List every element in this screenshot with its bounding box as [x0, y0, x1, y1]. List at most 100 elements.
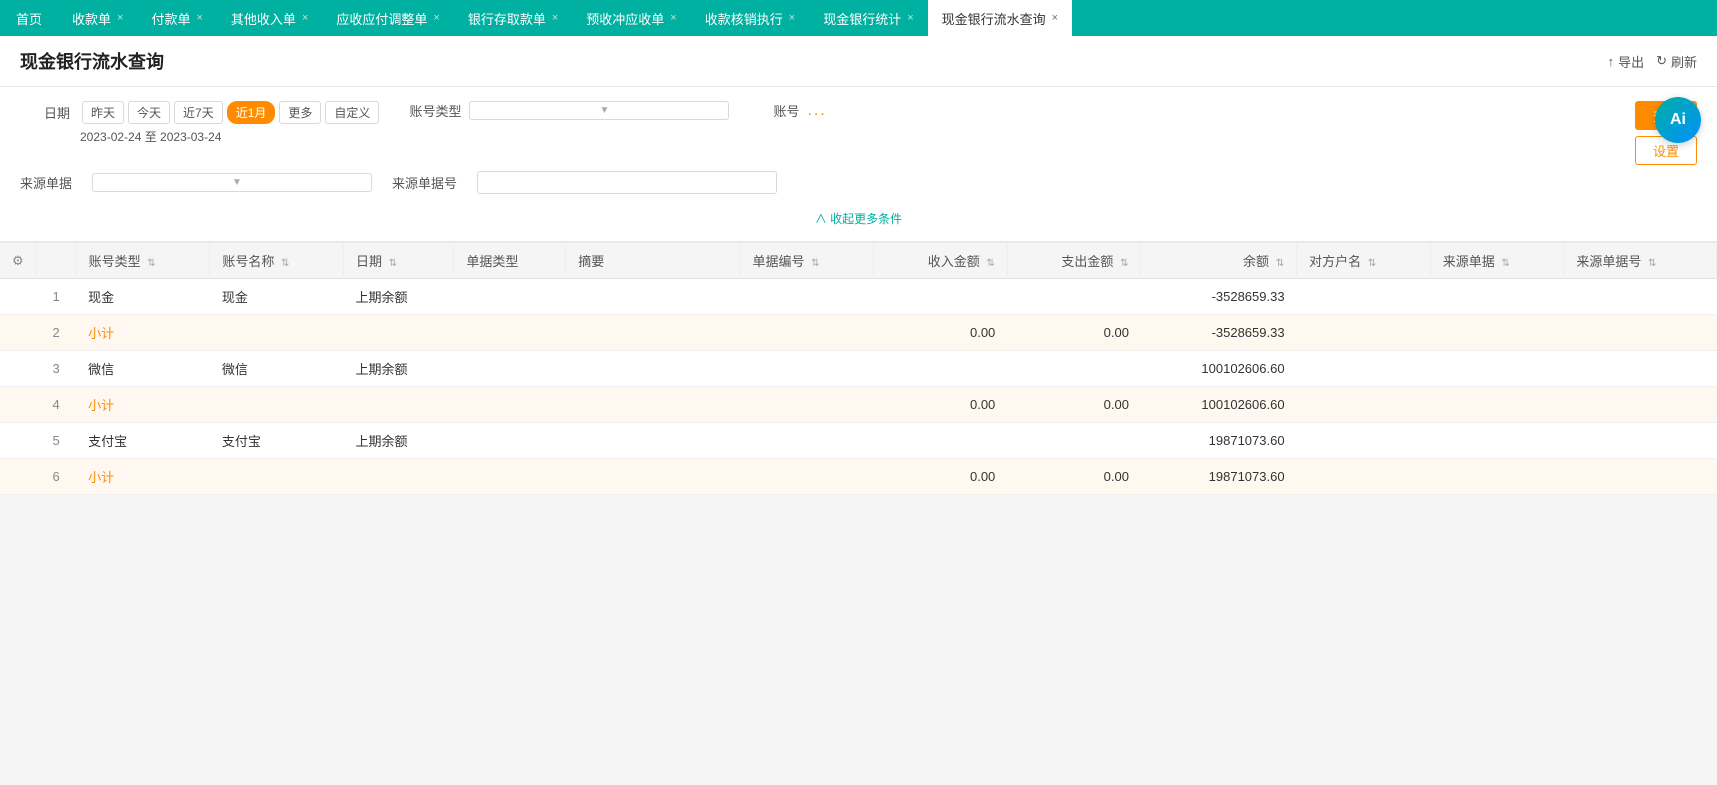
close-icon[interactable]: × [196, 12, 202, 24]
date-range-display: 2023-02-24 至 2023-03-24 [80, 130, 221, 144]
account-type-select[interactable]: ▼ [469, 101, 729, 120]
cell-balance: 100102606.60 [1141, 387, 1297, 423]
th-source-doc[interactable]: 来源单据 ⇅ [1430, 243, 1564, 279]
header-actions: ↑ 导出 ↻ 刷新 [1608, 52, 1697, 71]
close-icon[interactable]: × [302, 12, 308, 24]
cell-account-name: 微信 [210, 351, 344, 387]
table-row: 1 现金 现金 上期余额 -3528659.33 [0, 279, 1717, 315]
close-icon[interactable]: × [117, 12, 123, 24]
source-doc-no-input[interactable] [477, 171, 777, 194]
cell-source-doc [1430, 423, 1564, 459]
cell-source-doc-no [1564, 423, 1717, 459]
close-icon[interactable]: × [552, 12, 558, 24]
th-account-name[interactable]: 账号名称 ⇅ [210, 243, 344, 279]
cell-income [874, 423, 1008, 459]
collapse-bar[interactable]: ∧ 收起更多条件 [20, 204, 1697, 231]
th-counterpart[interactable]: 对方户名 ⇅ [1297, 243, 1431, 279]
table-body: 1 现金 现金 上期余额 -3528659.33 2 小计 0.00 0.00 … [0, 279, 1717, 495]
sort-icon: ⇅ [1368, 258, 1376, 269]
cell-counterpart [1297, 459, 1431, 495]
sort-icon: ⇅ [281, 258, 289, 269]
cell-source-doc [1430, 315, 1564, 351]
nav-tab-4[interactable]: 银行存取款单 × [454, 0, 572, 36]
cell-doc-type [454, 387, 566, 423]
close-icon[interactable]: × [1052, 12, 1058, 24]
close-icon[interactable]: × [670, 12, 676, 24]
close-icon[interactable]: × [789, 12, 795, 24]
table-row: 5 支付宝 支付宝 上期余额 19871073.60 [0, 423, 1717, 459]
th-account-type[interactable]: 账号类型 ⇅ [76, 243, 210, 279]
th-num [36, 243, 76, 279]
nav-tab-0[interactable]: 收款单 × [58, 0, 137, 36]
nav-tab-3[interactable]: 应收应付调整单 × [322, 0, 453, 36]
cell-doc-no [740, 387, 874, 423]
nav-tab-8[interactable]: 现金银行流水查询 × [928, 0, 1072, 36]
th-doc-type: 单据类型 [454, 243, 566, 279]
cell-num: 5 [36, 423, 76, 459]
date-btn-7days[interactable]: 近7天 [174, 101, 223, 124]
cell-doc-no [740, 315, 874, 351]
cell-account-type: 现金 [76, 279, 210, 315]
cell-settings [0, 387, 36, 423]
th-source-doc-no[interactable]: 来源单据号 ⇅ [1564, 243, 1717, 279]
export-button[interactable]: ↑ 导出 [1608, 52, 1645, 71]
cell-date: 上期余额 [343, 423, 453, 459]
export-icon: ↑ [1608, 54, 1615, 69]
cell-summary [566, 279, 740, 315]
page-header: 现金银行流水查询 ↑ 导出 ↻ 刷新 [0, 36, 1717, 87]
account-type-label: 账号类型 [409, 101, 461, 120]
cell-account-type: 小计 [76, 387, 210, 423]
cell-expense [1007, 351, 1141, 387]
th-income[interactable]: 收入金额 ⇅ [874, 243, 1008, 279]
date-btn-yesterday[interactable]: 昨天 [82, 101, 124, 124]
cell-date: 上期余额 [343, 351, 453, 387]
cell-source-doc-no [1564, 351, 1717, 387]
nav-tab-5[interactable]: 预收冲应收单 × [572, 0, 690, 36]
cell-source-doc-no [1564, 459, 1717, 495]
ai-badge[interactable]: Ai [1655, 97, 1701, 143]
cell-doc-no [740, 423, 874, 459]
cell-doc-type [454, 351, 566, 387]
date-btn-custom[interactable]: 自定义 [325, 101, 379, 124]
date-btn-more[interactable]: 更多 [279, 101, 321, 124]
th-doc-no[interactable]: 单据编号 ⇅ [740, 243, 874, 279]
th-settings[interactable]: ⚙ [0, 243, 36, 279]
th-date[interactable]: 日期 ⇅ [343, 243, 453, 279]
nav-tab-1[interactable]: 付款单 × [137, 0, 216, 36]
th-balance[interactable]: 余额 ⇅ [1141, 243, 1297, 279]
nav-tab-7[interactable]: 现金银行统计 × [809, 0, 927, 36]
date-label: 日期 [20, 103, 70, 122]
date-btn-1month[interactable]: 近1月 [227, 101, 276, 124]
nav-tab-6[interactable]: 收款核销执行 × [691, 0, 809, 36]
cell-expense: 0.00 [1007, 459, 1141, 495]
cell-account-type: 小计 [76, 459, 210, 495]
cell-account-name: 现金 [210, 279, 344, 315]
source-doc-no-label: 来源单据号 [392, 173, 457, 192]
cell-balance: 100102606.60 [1141, 351, 1297, 387]
cell-date: 上期余额 [343, 279, 453, 315]
nav-home[interactable]: 首页 [0, 9, 58, 28]
date-btn-today[interactable]: 今天 [128, 101, 170, 124]
cell-account-type: 微信 [76, 351, 210, 387]
table-row: 3 微信 微信 上期余额 100102606.60 [0, 351, 1717, 387]
cell-doc-type [454, 459, 566, 495]
chevron-down-icon-2: ▼ [232, 177, 363, 188]
table-row: 4 小计 0.00 0.00 100102606.60 [0, 387, 1717, 423]
gear-icon[interactable]: ⚙ [12, 253, 24, 268]
cell-doc-no [740, 459, 874, 495]
close-icon[interactable]: × [433, 12, 439, 24]
sort-icon: ⇅ [1501, 258, 1509, 269]
th-expense[interactable]: 支出金额 ⇅ [1007, 243, 1141, 279]
data-table: ⚙ 账号类型 ⇅ 账号名称 ⇅ 日期 ⇅ 单据类型 [0, 242, 1717, 495]
refresh-button[interactable]: ↻ 刷新 [1656, 52, 1697, 71]
cell-source-doc [1430, 459, 1564, 495]
account-dots-button[interactable]: ... [807, 102, 826, 120]
sort-icon: ⇅ [986, 258, 994, 269]
close-icon[interactable]: × [907, 12, 913, 24]
nav-tab-2[interactable]: 其他收入单 × [217, 0, 322, 36]
source-doc-select[interactable]: ▼ [92, 173, 372, 192]
cell-expense [1007, 423, 1141, 459]
cell-account-type: 支付宝 [76, 423, 210, 459]
cell-settings [0, 423, 36, 459]
chevron-down-icon: ▼ [599, 105, 720, 116]
